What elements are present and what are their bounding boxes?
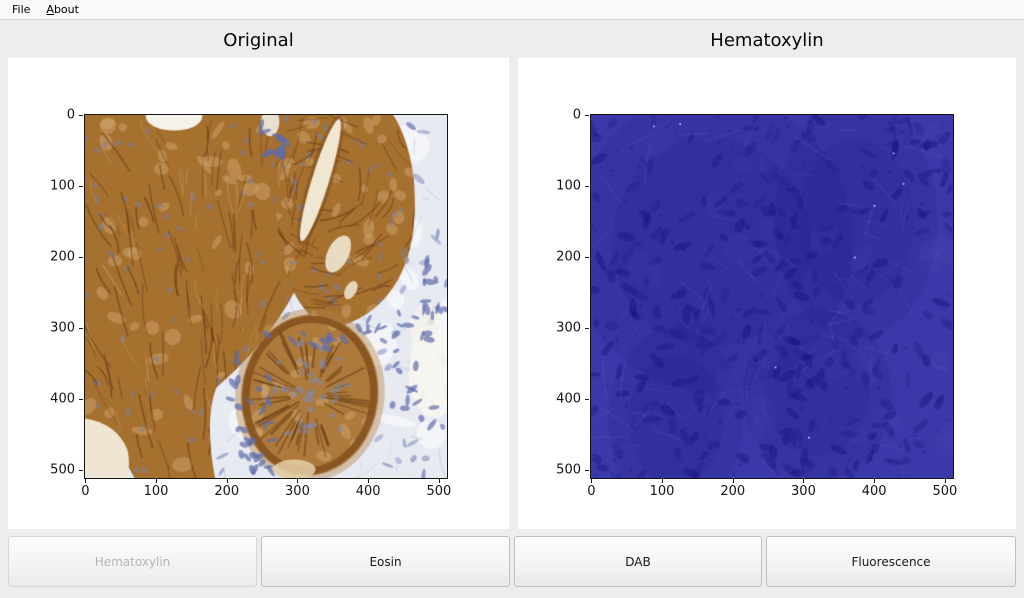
x-tickmark <box>662 479 664 483</box>
x-tickmark <box>591 479 593 483</box>
x-tickmark <box>803 479 805 483</box>
fluorescence-button[interactable]: Fluorescence <box>766 536 1016 587</box>
x-tickmark <box>732 479 734 483</box>
y-tick-label: 100 <box>556 178 581 194</box>
y-tick-label: 300 <box>556 320 581 336</box>
y-tick-label: 500 <box>50 462 75 478</box>
y-tick-label: 0 <box>572 107 581 123</box>
y-tickmark <box>79 328 83 330</box>
menubar: File About <box>0 0 1024 20</box>
hematoxylin-figure: 0 100 200 300 400 500 0 100 200 300 400 500 <box>556 108 957 499</box>
x-tickmark <box>874 479 876 483</box>
x-tick-label: 500 <box>426 484 452 499</box>
x-tickmark <box>438 479 440 483</box>
y-tick-label: 200 <box>556 249 581 265</box>
y-tickmark <box>585 115 589 117</box>
menu-file[interactable]: File <box>4 1 38 18</box>
y-tickmark <box>79 186 83 188</box>
y-tick-label: 0 <box>66 107 75 123</box>
x-tick-label: 400 <box>355 484 381 499</box>
x-tick-label: 200 <box>720 484 746 499</box>
x-tick-label: 100 <box>143 484 169 499</box>
x-tickmark <box>85 479 87 483</box>
x-tick-label: 300 <box>791 484 816 499</box>
y-tick-label: 200 <box>50 249 75 265</box>
x-tick-label: 0 <box>81 484 90 499</box>
y-tickmark <box>79 469 83 471</box>
y-tickmark <box>585 469 589 471</box>
x-tickmark <box>156 479 158 483</box>
y-tick-label: 100 <box>50 178 75 194</box>
hematoxylin-button[interactable]: Hematoxylin <box>8 536 257 587</box>
x-tickmark <box>226 479 228 483</box>
y-tick-label: 500 <box>556 462 581 478</box>
y-tickmark <box>585 257 589 259</box>
x-tick-label: 200 <box>214 484 240 499</box>
dab-button[interactable]: DAB <box>514 536 762 587</box>
y-tickmark <box>79 398 83 400</box>
y-tickmark <box>585 398 589 400</box>
x-tick-label: 400 <box>861 484 887 499</box>
hematoxylin-title: Hematoxylin <box>710 30 824 51</box>
original-figure: 0 100 200 300 400 500 0 100 200 300 400 500 <box>50 108 451 499</box>
app-window: File About Original Hematoxylin 0 100 200 3… <box>0 0 1024 598</box>
y-tick-label: 300 <box>50 320 75 336</box>
y-tickmark <box>585 328 589 330</box>
x-tickmark <box>368 479 370 483</box>
original-title: Original <box>223 30 294 51</box>
eosin-button[interactable]: Eosin <box>261 536 510 587</box>
x-tickmark <box>944 479 946 483</box>
original-image-canvas <box>85 115 447 478</box>
y-tickmark <box>585 186 589 188</box>
x-tick-label: 300 <box>285 484 310 499</box>
original-panel: 0 100 200 300 400 500 0 100 200 300 400 500 <box>8 58 509 529</box>
hematoxylin-panel: 0 100 200 300 400 500 0 100 200 300 400 500 <box>518 58 1016 529</box>
x-tick-label: 500 <box>932 484 958 499</box>
hematoxylin-image-canvas <box>591 115 953 478</box>
y-tickmark <box>79 257 83 259</box>
menu-about[interactable]: About <box>38 1 87 18</box>
y-tick-label: 400 <box>50 391 75 407</box>
x-tick-label: 0 <box>587 484 596 499</box>
y-tickmark <box>79 115 83 117</box>
x-tickmark <box>297 479 299 483</box>
x-tick-label: 100 <box>649 484 675 499</box>
y-tick-label: 400 <box>556 391 581 407</box>
